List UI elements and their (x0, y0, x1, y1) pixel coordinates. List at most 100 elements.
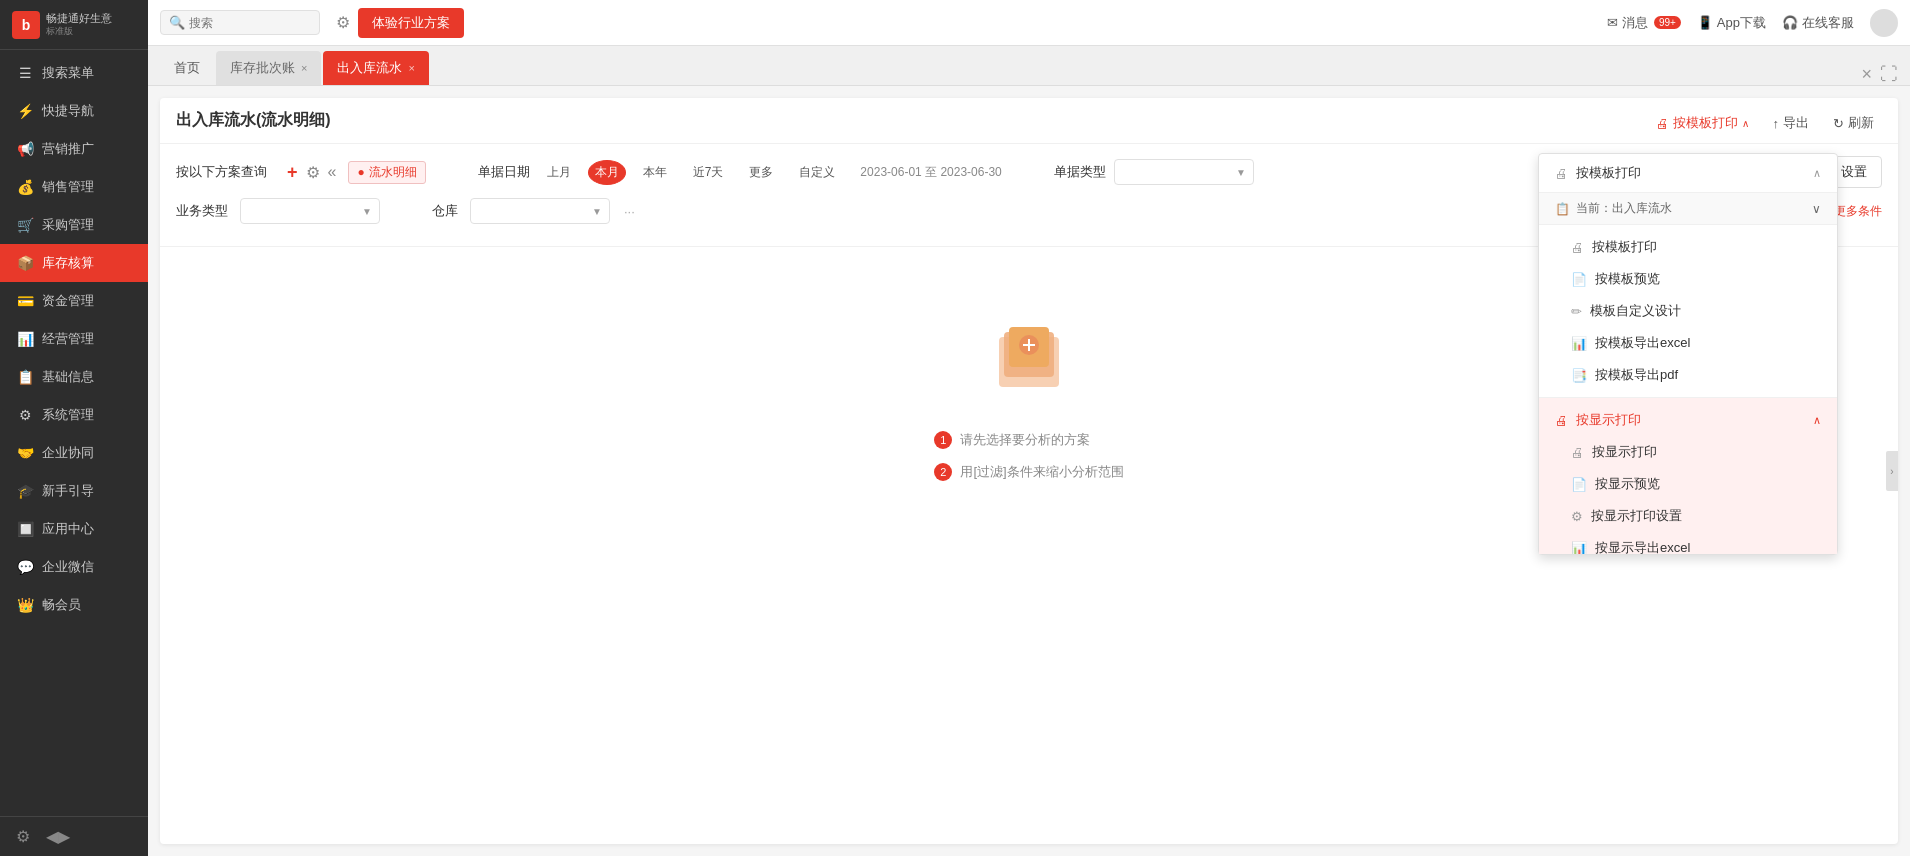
member-nav-icon: 👑 (16, 597, 34, 613)
app-download-btn[interactable]: 📱 App下载 (1697, 14, 1766, 32)
template-print-item[interactable]: 🖨 按模板打印 (1539, 231, 1837, 263)
sidebar-item-member[interactable]: 👑 畅会员 (0, 586, 148, 624)
quick-nav-nav-icon: ⚡ (16, 103, 34, 119)
flow-tab-close[interactable]: × (408, 62, 414, 74)
print-template-btn[interactable]: 🖨 按模板打印 ∧ (1648, 110, 1757, 136)
message-btn[interactable]: ✉ 消息 99+ (1607, 14, 1681, 32)
filter-settings-btn[interactable]: ⚙ (306, 163, 320, 182)
dropdown-header: 🖨 按模板打印 ∧ (1539, 154, 1837, 193)
sidebar-item-enterprise[interactable]: 🤝 企业协同 (0, 434, 148, 472)
operations-nav-label: 经营管理 (42, 330, 94, 348)
template-export-excel-item[interactable]: 📊 按模板导出excel (1539, 327, 1837, 359)
filter-add-btn[interactable]: + (287, 162, 298, 183)
tab-home[interactable]: 首页 (160, 51, 214, 85)
display-preview-item[interactable]: 📄 按显示预览 (1539, 468, 1837, 500)
refresh-btn[interactable]: ↻ 刷新 (1825, 110, 1882, 136)
sidebar-item-basic-info[interactable]: 📋 基础信息 (0, 358, 148, 396)
display-preview-label: 按显示预览 (1595, 475, 1660, 493)
template-custom-design-item[interactable]: ✏ 模板自定义设计 (1539, 295, 1837, 327)
tabs-bar: 首页 库存批次账 × 出入库流水 × × ⛶ (148, 46, 1910, 86)
tab-flow[interactable]: 出入库流水 × (323, 51, 428, 85)
inventory-batch-close[interactable]: × (301, 62, 307, 74)
sidebar-item-quick-nav[interactable]: ⚡ 快捷导航 (0, 92, 148, 130)
inventory-nav-label: 库存核算 (42, 254, 94, 272)
sidebar-item-marketing[interactable]: 📢 营销推广 (0, 130, 148, 168)
step-1-text: 请先选择要分析的方案 (960, 427, 1090, 453)
empty-step-2: 2 用[过滤]条件来缩小分析范围 (934, 459, 1123, 485)
date-custom[interactable]: 自定义 (790, 160, 844, 185)
filter-tag: ● 流水明细 (348, 161, 425, 184)
topbar-right: ✉ 消息 99+ 📱 App下载 🎧 在线客服 (1607, 9, 1898, 37)
current-arrow[interactable]: ∨ (1812, 202, 1821, 216)
display-print-arrow[interactable]: ∧ (1813, 414, 1821, 427)
voucher-type-select-wrap: ▼ (1114, 159, 1254, 185)
display-print-item[interactable]: 🖨 按显示打印 (1539, 436, 1837, 468)
refresh-label: 刷新 (1848, 114, 1874, 132)
message-badge: 99+ (1654, 16, 1681, 29)
sidebar-item-finance[interactable]: 💳 资金管理 (0, 282, 148, 320)
operations-nav-icon: 📊 (16, 331, 34, 347)
sidebar-item-enterprise-wechat[interactable]: 💬 企业微信 (0, 548, 148, 586)
date-more[interactable]: 更多 (740, 160, 782, 185)
app-download-label: App下载 (1717, 14, 1766, 32)
display-export-excel-item[interactable]: 📊 按显示导出excel (1539, 532, 1837, 554)
search-icon: 🔍 (169, 15, 185, 30)
system-nav-icon: ⚙ (16, 407, 34, 423)
empty-steps: 1 请先选择要分析的方案 2 用[过滤]条件来缩小分析范围 (934, 427, 1123, 485)
flow-tab-label: 出入库流水 (337, 59, 402, 77)
filter-collapse-btn[interactable]: « (328, 163, 337, 181)
trial-industry-btn[interactable]: 体验行业方案 (358, 8, 464, 38)
search-input[interactable] (189, 16, 309, 30)
print-icon: 🖨 (1656, 116, 1669, 131)
export-btn[interactable]: ↑ 导出 (1765, 110, 1818, 136)
dropdown-title-arrow[interactable]: ∧ (1813, 167, 1821, 180)
collapse-sidebar-icon[interactable]: ◀▶ (46, 827, 70, 846)
enterprise-wechat-nav-icon: 💬 (16, 559, 34, 575)
template-export-pdf-item[interactable]: 📑 按模板导出pdf (1539, 359, 1837, 391)
sidebar-item-operations[interactable]: 📊 经营管理 (0, 320, 148, 358)
display-export-excel-label: 按显示导出excel (1595, 539, 1690, 554)
customer-service-btn[interactable]: 🎧 在线客服 (1782, 14, 1854, 32)
display-print-settings-item[interactable]: ⚙ 按显示打印设置 (1539, 500, 1837, 532)
page-content: 出入库流水(流水明细) 🖨 按模板打印 ∧ ↑ 导出 ↻ 刷新 (148, 86, 1910, 856)
sidebar-item-search[interactable]: ☰ 搜索菜单 (0, 54, 148, 92)
settings-footer-icon[interactable]: ⚙ (16, 827, 30, 846)
sidebar-item-app-center[interactable]: 🔲 应用中心 (0, 510, 148, 548)
sidebar-item-inventory[interactable]: 📦 库存核算 (0, 244, 148, 282)
marketing-nav-label: 营销推广 (42, 140, 94, 158)
window-close-btn[interactable]: × (1861, 64, 1872, 85)
tab-inventory-batch[interactable]: 库存批次账 × (216, 51, 321, 85)
display-print-section: 🖨 按显示打印 ∧ 🖨 按显示打印 📄 按显示预览 (1539, 398, 1837, 554)
sidebar-item-guide[interactable]: 🎓 新手引导 (0, 472, 148, 510)
date-last-month[interactable]: 上月 (538, 160, 580, 185)
warehouse-select[interactable] (470, 198, 610, 224)
voucher-type-group: 单据类型 ▼ (1054, 159, 1254, 185)
export-label: 导出 (1783, 114, 1809, 132)
warehouse-dots[interactable]: ··· (624, 204, 635, 219)
template-preview-item[interactable]: 📄 按模板预览 (1539, 263, 1837, 295)
date-current-month[interactable]: 本月 (588, 160, 626, 185)
sidebar-item-purchase[interactable]: 🛒 采购管理 (0, 206, 148, 244)
enterprise-nav-icon: 🤝 (16, 445, 34, 461)
filter-scheme-label: 按以下方案查询 (176, 163, 267, 181)
inventory-nav-icon: 📦 (16, 255, 34, 271)
dropdown-current[interactable]: 📋 当前：出入库流水 ∨ (1539, 193, 1837, 225)
voucher-type-select[interactable] (1114, 159, 1254, 185)
inventory-batch-label: 库存批次账 (230, 59, 295, 77)
date-last-7days[interactable]: 近7天 (684, 160, 733, 185)
date-current-year[interactable]: 本年 (634, 160, 676, 185)
sidebar-item-system[interactable]: ⚙ 系统管理 (0, 396, 148, 434)
business-type-select[interactable] (240, 198, 380, 224)
search-box[interactable]: 🔍 (160, 10, 320, 35)
refresh-icon: ↻ (1833, 116, 1844, 131)
home-tab-label: 首页 (174, 59, 200, 77)
warehouse-label: 仓库 (432, 202, 458, 220)
sidebar-item-sales[interactable]: 💰 销售管理 (0, 168, 148, 206)
window-maximize-btn[interactable]: ⛶ (1880, 64, 1898, 85)
right-edge-expand-btn[interactable]: › (1886, 451, 1898, 491)
basic-info-nav-label: 基础信息 (42, 368, 94, 386)
pdf-icon-1: 📑 (1571, 368, 1587, 383)
avatar[interactable] (1870, 9, 1898, 37)
topbar-gear-icon[interactable]: ⚙ (336, 13, 350, 32)
display-print-settings-label: 按显示打印设置 (1591, 507, 1682, 525)
